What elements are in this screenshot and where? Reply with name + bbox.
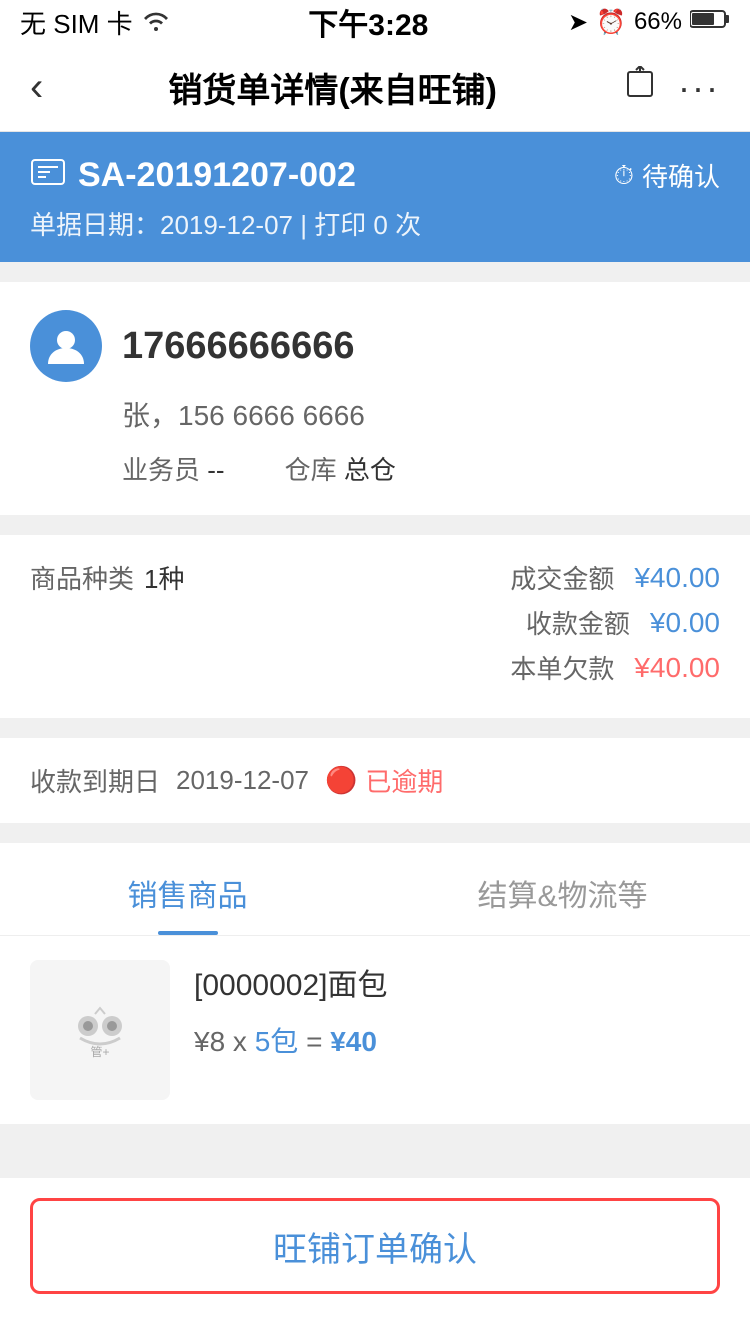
avatar [30,310,102,382]
due-date-value: 2019-12-07 [176,765,309,796]
order-icon [30,156,66,195]
battery-level: 66% [634,8,682,36]
nav-bar: ‹ 销货单详情(来自旺铺) ··· [0,44,750,132]
price-total: ¥40 [330,1026,377,1057]
tab-sales-product[interactable]: 销售商品 [0,843,375,935]
status-bar: 无 SIM 卡 下午3:28 ➤ ⏰ 66% [0,0,750,44]
status-left: 无 SIM 卡 [20,4,169,41]
customer-name: 张，156 6666 6666 [122,394,720,434]
share-icon[interactable] [622,66,658,109]
overdue-text: 已逾期 [365,762,443,799]
status-time: 下午3:28 [308,0,428,44]
price-quantity: 5包 [255,1026,299,1057]
order-date: 单据日期：2019-12-07 | 打印 0 次 [30,205,720,242]
order-status: ⏱ 待确认 [614,157,720,194]
product-price-row: ¥8 x 5包 = ¥40 [194,1020,720,1060]
wifi-icon [143,7,169,38]
product-image: 管+ [30,960,170,1100]
alarm-icon: ⏰ [596,8,626,37]
location-icon: ➤ [568,8,588,37]
nav-left: ‹ [30,65,43,110]
overdue-badge: 🔴 已逾期 [325,762,443,799]
customer-card: 17666666666 张，156 6666 6666 业务员 -- 仓库 总仓 [0,282,750,515]
back-button[interactable]: ‹ [30,65,43,110]
customer-phone: 17666666666 [122,325,354,368]
customer-meta: 业务员 -- 仓库 总仓 [122,450,720,487]
product-name: [0000002]面包 [194,960,720,1004]
nav-right: ··· [622,66,720,109]
product-card: 管+ [0000002]面包 ¥8 x 5包 = ¥40 [0,936,750,1124]
bottom-bar: 旺铺订单确认 [0,1178,750,1334]
page-title: 销货单详情(来自旺铺) [168,63,497,112]
clock-icon: ⏱ [614,160,634,192]
battery-icon [690,8,730,36]
summary-card: 商品种类 1种 成交金额 ¥40.00 收款金额 ¥0.00 本单欠款 ¥40.… [0,535,750,718]
status-right: ➤ ⏰ 66% [568,8,730,37]
amounts-section: 成交金额 ¥40.00 收款金额 ¥0.00 本单欠款 ¥40.00 [510,559,720,694]
tabs-container: 销售商品 结算&物流等 管+ [0000002]面包 ¥8 x 5包 = ¥40 [0,843,750,1124]
product-type-section: 商品种类 1种 [30,559,184,596]
carrier-label: 无 SIM 卡 [20,4,133,41]
order-id: SA-20191207-002 [30,156,356,195]
tabs-header: 销售商品 结算&物流等 [0,843,750,936]
due-date-card: 收款到期日 2019-12-07 🔴 已逾期 [0,738,750,823]
price-base: ¥8 x [194,1026,247,1057]
salesperson-label: 业务员 -- [122,450,225,487]
tab-settlement[interactable]: 结算&物流等 [375,843,750,935]
svg-text:管+: 管+ [90,1044,109,1059]
more-icon[interactable]: ··· [678,67,720,109]
confirm-order-button[interactable]: 旺铺订单确认 [30,1198,720,1294]
order-header: SA-20191207-002 ⏱ 待确认 单据日期：2019-12-07 | … [0,132,750,262]
warning-icon: 🔴 [325,765,357,796]
due-date-label: 收款到期日 [30,762,160,799]
equals-sign: = [306,1026,322,1057]
warehouse-label: 仓库 总仓 [285,450,396,487]
product-info: [0000002]面包 ¥8 x 5包 = ¥40 [194,960,720,1060]
